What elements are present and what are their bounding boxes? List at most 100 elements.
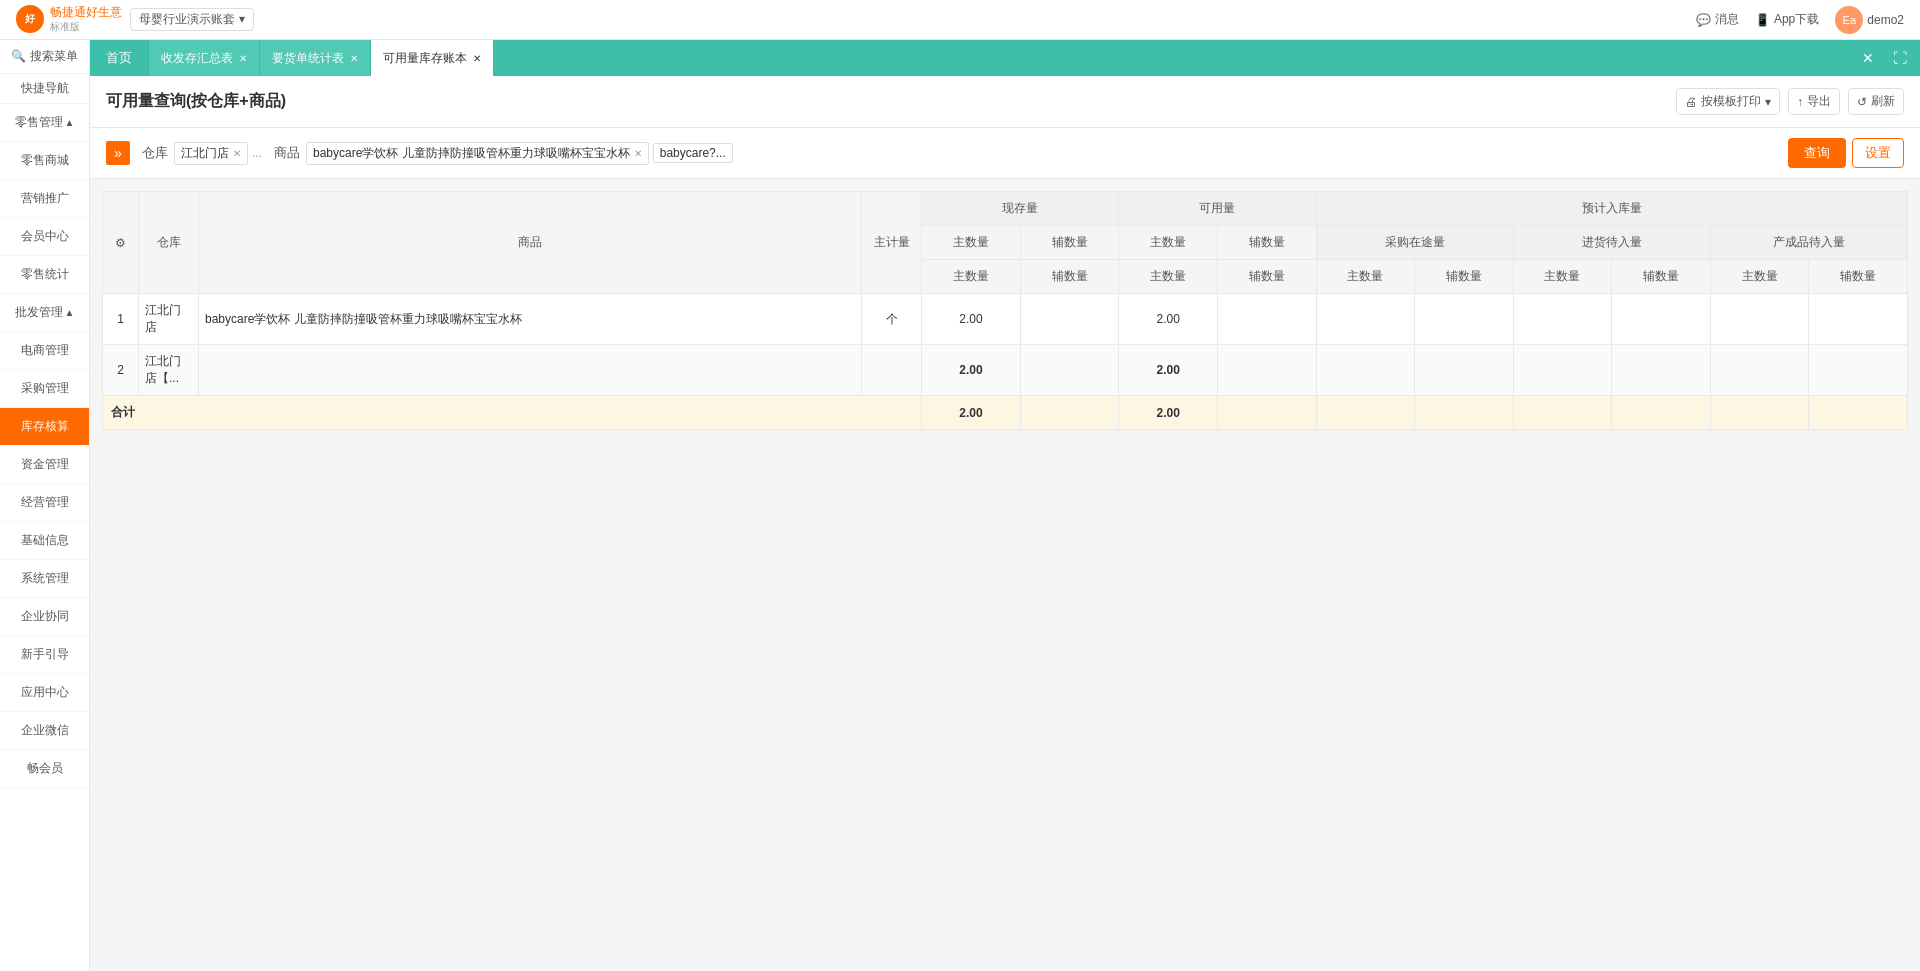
sidebar-item-label: 经营管理 — [21, 494, 69, 511]
sidebar-item-member[interactable]: 会员中心 — [0, 218, 89, 256]
cell-stock-main-1: 2.00 — [922, 294, 1021, 345]
industry-selector[interactable]: 母婴行业演示账套 ▾ — [130, 8, 254, 31]
cell-ip-aux-1 — [1612, 294, 1711, 345]
sidebar-item-label: 基础信息 — [21, 532, 69, 549]
col-stock-main-qty2: 主数量 — [922, 260, 1021, 294]
product-filter-tags: babycare学饮杯 儿童防摔防撞吸管杯重力球吸嘴杯宝宝水杯 ✕ babyca… — [306, 142, 733, 165]
cell-product-1: babycare学饮杯 儿童防摔防撞吸管杯重力球吸嘴杯宝宝水杯 — [199, 294, 862, 345]
col-product-header: 商品 — [199, 192, 862, 294]
col-ip-main: 主数量 — [1513, 260, 1612, 294]
sidebar-item-label: 新手引导 — [21, 646, 69, 663]
sidebar-item-finance[interactable]: 资金管理 — [0, 446, 89, 484]
tab-bar: 首页 收发存汇总表 ✕ 要货单统计表 ✕ 可用量库存账本 ✕ ✕ ⛶ — [90, 40, 1920, 76]
message-btn[interactable]: 💬 消息 — [1696, 11, 1739, 28]
warehouse-tag-close[interactable]: ✕ — [233, 148, 241, 159]
total-pt-main — [1316, 396, 1415, 430]
user-profile[interactable]: Ea demo2 — [1835, 6, 1904, 34]
tab-expand-btn[interactable]: ⛶ — [1888, 46, 1912, 70]
col-production-pending-header: 产成品待入量 — [1710, 226, 1907, 260]
cell-unit-1: 个 — [862, 294, 922, 345]
sidebar-item-member2[interactable]: 畅会员 — [0, 750, 89, 788]
col-avail-main-qty: 主数量 — [1119, 226, 1218, 260]
sidebar-item-ecommerce[interactable]: 电商管理 — [0, 332, 89, 370]
total-avail-main: 2.00 — [1119, 396, 1218, 430]
sidebar-search[interactable]: 🔍 搜索菜单 — [0, 40, 89, 74]
sidebar-item-system[interactable]: 系统管理 — [0, 560, 89, 598]
col-avail-aux-qty2: 辅数量 — [1217, 260, 1316, 294]
sidebar-item-inventory[interactable]: 库存核算 — [0, 408, 89, 446]
product-tag-1-close[interactable]: ✕ — [634, 148, 642, 159]
tab-bar-end: ✕ ⛶ — [1856, 46, 1920, 70]
cell-pp-aux-2 — [1809, 345, 1908, 396]
tab-close-all-btn[interactable]: ✕ — [1856, 46, 1880, 70]
settings-button[interactable]: 设置 — [1852, 138, 1904, 168]
chevron-icon: ▲ — [65, 307, 75, 318]
col-main-unit-header: 主计量 — [862, 192, 922, 294]
tab-available-inventory[interactable]: 可用量库存账本 ✕ — [370, 40, 493, 76]
cell-pp-main-2 — [1710, 345, 1809, 396]
search-icon: 🔍 — [11, 49, 26, 63]
col-settings[interactable]: ⚙ — [103, 192, 139, 294]
cell-warehouse-2: 江北门店【... — [139, 345, 199, 396]
print-btn[interactable]: 🖨 按模板打印 ▾ — [1676, 88, 1780, 115]
top-bar-right: 💬 消息 📱 App下载 Ea demo2 — [1696, 6, 1904, 34]
col-expected-inbound-header: 预计入库量 — [1316, 192, 1908, 226]
sidebar-item-basic-info[interactable]: 基础信息 — [0, 522, 89, 560]
filter-expand-btn[interactable]: » — [106, 141, 130, 165]
sidebar-item-operations[interactable]: 经营管理 — [0, 484, 89, 522]
tab-close-available-inventory[interactable]: ✕ — [473, 53, 481, 64]
sidebar-item-retail-mgmt[interactable]: 零售管理 ▲ — [0, 104, 89, 142]
tab-close-order-stats[interactable]: ✕ — [350, 53, 358, 64]
product-tag-1[interactable]: babycare学饮杯 儿童防摔防撞吸管杯重力球吸嘴杯宝宝水杯 ✕ — [306, 142, 649, 165]
sidebar-item-retail-mall[interactable]: 零售商城 — [0, 142, 89, 180]
col-stock-aux-qty2: 辅数量 — [1020, 260, 1119, 294]
col-purchase-transit-header: 采购在途量 — [1316, 226, 1513, 260]
sidebar-item-app-center[interactable]: 应用中心 — [0, 674, 89, 712]
sidebar-item-label: 零售商城 — [21, 152, 69, 169]
sidebar-nav[interactable]: 快捷导航 — [0, 74, 89, 104]
total-pp-main — [1710, 396, 1809, 430]
page-header-actions: 🖨 按模板打印 ▾ ↑ 导出 ↺ 刷新 — [1676, 88, 1904, 115]
col-stock-main-qty: 主数量 — [922, 226, 1021, 260]
export-label: 导出 — [1807, 93, 1831, 110]
warehouse-filter-more[interactable]: ... — [252, 146, 262, 160]
tab-payables[interactable]: 收发存汇总表 ✕ — [148, 40, 259, 76]
sidebar-item-wholesale-mgmt[interactable]: 批发管理 ▲ — [0, 294, 89, 332]
product-tag-2[interactable]: babycare?... — [653, 143, 733, 163]
col-stock-aux-qty: 辅数量 — [1020, 226, 1119, 260]
cell-avail-main-2: 2.00 — [1119, 345, 1218, 396]
sidebar-item-wechat[interactable]: 企业微信 — [0, 712, 89, 750]
warehouse-filter-tags: 江北门店 ✕ ... — [174, 142, 262, 165]
warehouse-tag[interactable]: 江北门店 ✕ — [174, 142, 248, 165]
sidebar-item-label: 会员中心 — [21, 228, 69, 245]
refresh-btn[interactable]: ↺ 刷新 — [1848, 88, 1904, 115]
table-row: 2 江北门店【... 2.00 2.00 — [103, 345, 1908, 396]
tab-home[interactable]: 首页 — [90, 40, 148, 76]
total-row: 合计 2.00 2.00 — [103, 396, 1908, 430]
sidebar-item-retail-stat[interactable]: 零售统计 — [0, 256, 89, 294]
query-button[interactable]: 查询 — [1788, 138, 1846, 168]
app-download-btn[interactable]: 📱 App下载 — [1755, 11, 1819, 28]
total-stock-aux — [1020, 396, 1119, 430]
settings-icon[interactable]: ⚙ — [115, 236, 126, 250]
sidebar-item-purchase[interactable]: 采购管理 — [0, 370, 89, 408]
cell-avail-main-1: 2.00 — [1119, 294, 1218, 345]
cell-stock-main-2: 2.00 — [922, 345, 1021, 396]
cell-ip-aux-2 — [1612, 345, 1711, 396]
cell-avail-aux-2 — [1217, 345, 1316, 396]
filter-actions: 查询 设置 — [1788, 138, 1904, 168]
sidebar-item-newbie[interactable]: 新手引导 — [0, 636, 89, 674]
sidebar-item-enterprise[interactable]: 企业协同 — [0, 598, 89, 636]
industry-label: 母婴行业演示账套 — [139, 11, 235, 28]
sidebar-item-marketing[interactable]: 营销推广 — [0, 180, 89, 218]
sidebar-item-label: 畅会员 — [27, 760, 63, 777]
cell-avail-aux-1 — [1217, 294, 1316, 345]
cell-ip-main-1 — [1513, 294, 1612, 345]
col-avail-aux-qty: 辅数量 — [1217, 226, 1316, 260]
filter-area: » 仓库 江北门店 ✕ ... 商品 babycare — [90, 128, 1920, 179]
tab-close-payables[interactable]: ✕ — [239, 53, 247, 64]
logo-text: 畅捷通好生意 — [50, 5, 122, 19]
export-btn[interactable]: ↑ 导出 — [1788, 88, 1840, 115]
tab-order-stats[interactable]: 要货单统计表 ✕ — [259, 40, 370, 76]
app-download-label: App下载 — [1774, 11, 1819, 28]
